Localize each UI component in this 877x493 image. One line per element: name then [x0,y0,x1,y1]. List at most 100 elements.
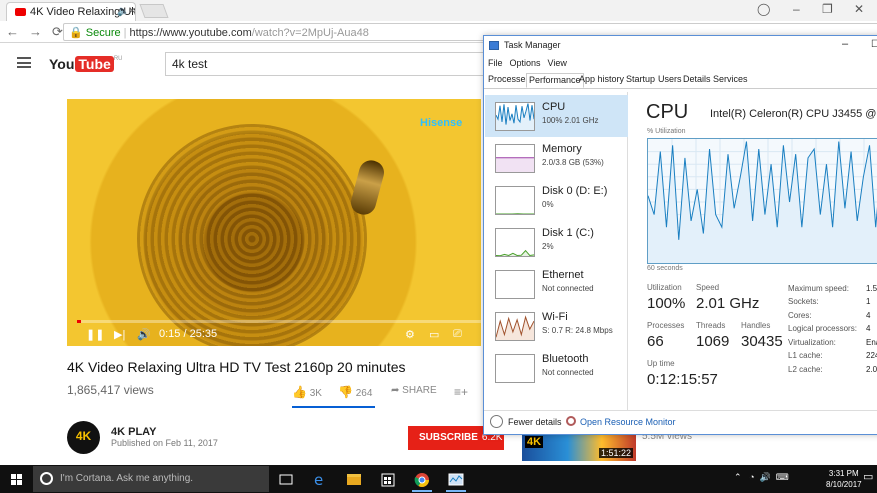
tab-users[interactable]: Users [656,73,684,88]
stat-label: Utilization [647,283,682,292]
task-manager-footer: Fewer details Open Resource Monitor [484,410,877,436]
cpu-utilization-graph [647,138,877,264]
task-view-icon[interactable] [270,468,302,492]
tm-maximize-icon[interactable]: ☐ [871,39,877,50]
logo-region: RU [113,56,123,62]
share-button[interactable]: ➦ SHARE [391,385,437,396]
resource-name: CPU [542,101,566,113]
like-button[interactable]: 👍 3K [292,385,322,399]
speed-value: 2.01 GHz [696,295,760,312]
video-player[interactable] [67,99,481,346]
chevron-up-icon[interactable] [490,415,503,428]
search-input[interactable]: 4k test [165,52,495,76]
right-stat-label: L2 cache: [788,365,823,374]
lock-icon[interactable]: 🔒 [69,27,83,39]
stat-label: Up time [647,359,675,368]
clock-date: 8/10/2017 [826,480,862,489]
restore-icon[interactable]: ❐ [822,2,833,16]
secure-label: Secure [85,27,121,39]
suggested-video-thumbnail[interactable]: 4K 1:51:22 [522,433,636,461]
miniplayer-icon[interactable]: ▭ [429,328,439,341]
volume-tray-icon[interactable]: 🔊 [760,472,771,482]
resource-value: Not connected [542,368,594,377]
right-stat-value: 4 [866,324,871,333]
cortana-icon [40,472,53,485]
store-icon[interactable] [372,468,404,492]
profile-icon[interactable]: ◯ [757,2,770,16]
tray-chevron-icon[interactable]: ⌃ [734,472,742,482]
tab-services[interactable]: Services [711,73,750,88]
browser-tab[interactable]: 4K Video Relaxing Ult 🔈 × [6,2,136,21]
view-count: 1,865,417 views [67,383,154,397]
resource-value: S: 0.7 R: 24.8 Mbps [542,326,613,335]
settings-icon[interactable]: ⚙ [405,328,415,341]
cpu-heading: CPU [646,101,689,123]
channel-name[interactable]: 4K PLAY [111,426,156,438]
forward-icon[interactable]: → [29,24,52,39]
menu-view[interactable]: View [548,58,567,68]
resource-value: 2% [542,242,554,251]
volume-icon[interactable]: 🔊 [137,328,151,341]
notifications-icon[interactable]: ▭ [863,470,873,483]
next-icon[interactable]: ▶| [114,328,125,341]
task-manager-window: Task Manager – ☐ File Options View Process… [483,35,877,435]
window-title: Task Manager [504,40,561,50]
tab-app-history[interactable]: App history [577,73,626,88]
logo-tube: Tube [75,56,114,72]
tm-minimize-icon[interactable]: – [842,38,848,50]
resource-bluetooth[interactable]: Bluetooth Not connected [485,347,628,389]
chrome-icon[interactable] [406,468,438,492]
minimize-icon[interactable]: – [793,2,800,16]
clock[interactable]: 3:31 PM 8/10/2017 [826,468,862,490]
keyboard-icon[interactable]: ⌨ [776,472,789,482]
player-controls: ❚❚ ▶| 🔊 0:15 / 25:35 ⚙ ▭ ⎚ [67,323,481,346]
dislike-count: 264 [355,388,373,399]
stat-label: Threads [696,321,726,330]
task-manager-taskbar-icon[interactable] [440,468,472,492]
pause-icon[interactable]: ❚❚ [86,328,104,341]
fewer-details-link[interactable]: Fewer details [508,417,562,427]
resource-monitor-icon [566,416,576,426]
resource-memory[interactable]: Memory 2.0/3.8 GB (53%) [485,137,628,179]
resource-value: 2.0/3.8 GB (53%) [542,158,604,167]
new-tab-button[interactable] [139,4,169,18]
url-path: /watch?v=2MpUj-Aua48 [251,27,369,39]
utilization-caption: % Utilization [647,128,686,135]
dislike-button[interactable]: 👎 264 [338,385,372,399]
network-icon[interactable]: ◔ [749,472,754,482]
close-window-icon[interactable]: ✕ [854,2,864,16]
right-stat-value: 1.5 [866,284,877,293]
menu-options[interactable]: Options [510,58,541,68]
mg1-graph-area [496,157,534,172]
resource-disk1[interactable]: Disk 1 (C:) 2% [485,221,628,263]
menu-icon[interactable] [17,57,31,68]
right-stat-label: Maximum speed: [788,284,849,293]
file-explorer-icon[interactable] [338,468,370,492]
tab-details[interactable]: Details [681,73,713,88]
youtube-logo[interactable]: You Tube RU [49,56,122,72]
close-tab-icon[interactable]: × [129,5,135,17]
open-resource-monitor-link[interactable]: Open Resource Monitor [580,417,676,427]
speaker-icon[interactable]: 🔈 [117,6,129,17]
add-to-playlist-icon[interactable]: ≡+ [454,385,468,399]
resource-value: Not connected [542,284,594,293]
tab-startup[interactable]: Startup [624,73,657,88]
back-icon[interactable]: ← [6,24,29,39]
right-stat-label: Virtualization: [788,338,836,347]
resource-wifi[interactable]: Wi-Fi S: 0.7 R: 24.8 Mbps [485,305,628,347]
channel-avatar[interactable]: 4K [67,421,100,454]
resource-cpu[interactable]: CPU 100% 2.01 GHz [485,95,628,137]
start-button[interactable] [0,465,32,493]
cortana-search-box[interactable]: I'm Cortana. Ask me anything. [33,466,269,492]
edge-icon[interactable]: e [304,468,336,492]
menu-file[interactable]: File [488,58,503,68]
resource-disk0[interactable]: Disk 0 (D: E:) 0% [485,179,628,221]
resource-ethernet[interactable]: Ethernet Not connected [485,263,628,305]
resource-list: CPU 100% 2.01 GHz Memory 2.0/3.8 GB (53%) … [485,92,628,410]
right-stat-value: Ena [866,338,877,347]
cpu-mini-graph [495,102,535,131]
threads-value: 1069 [696,333,730,350]
tab-performance[interactable]: Performance [526,73,584,88]
svg-text:e: e [314,471,323,489]
cast-icon[interactable]: ⎚ [453,328,462,341]
